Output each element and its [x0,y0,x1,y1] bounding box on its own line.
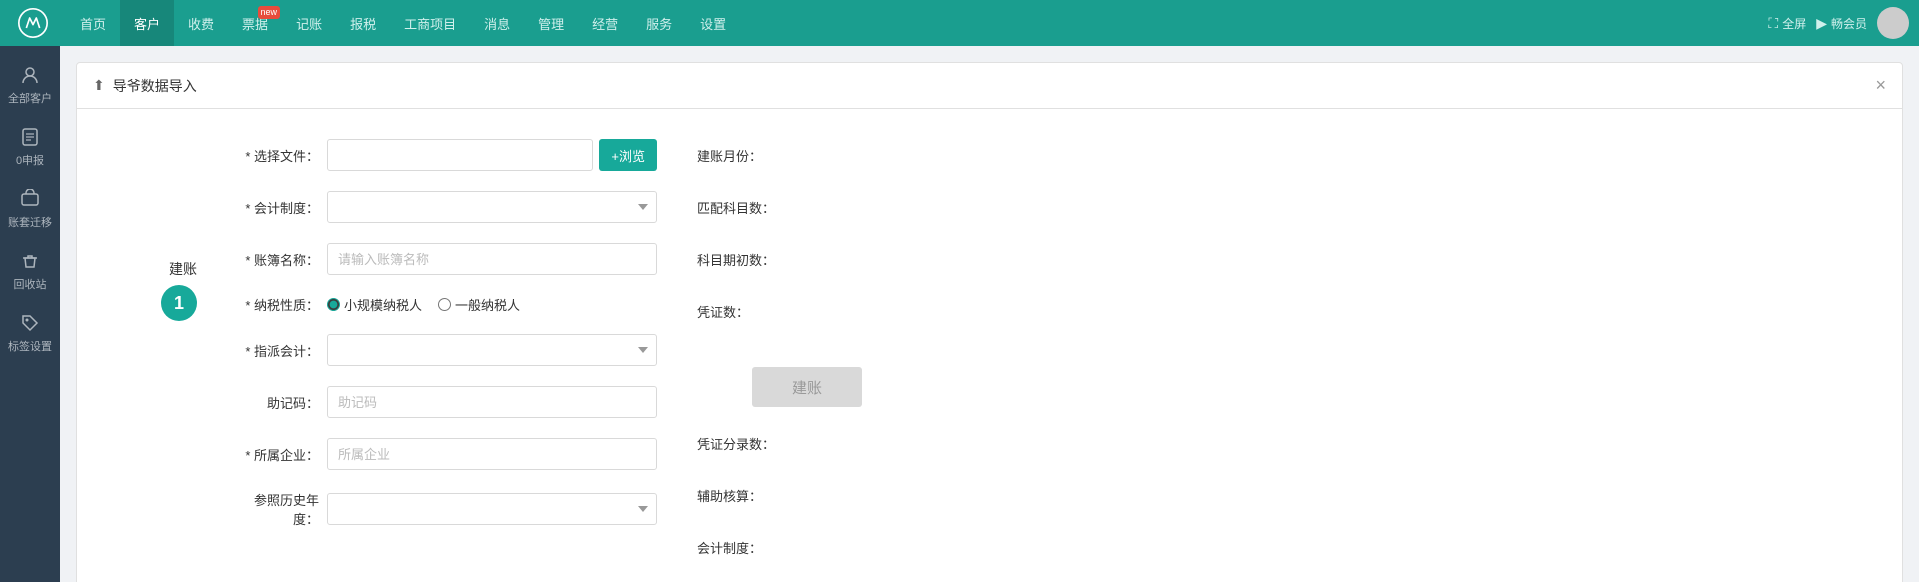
tax-type-row: * 纳税性质： 小规模纳税人 一般纳税人 [237,295,657,314]
info-voucher: 凭证数： [697,295,917,327]
tag-icon [19,312,41,334]
nav-item-service[interactable]: 服务 [632,0,686,46]
migrate-icon [19,188,41,210]
info-match-subject: 匹配科目数： [697,191,917,223]
radio-general-label: 一般纳税人 [455,295,520,314]
build-account-button[interactable]: 建账 [752,367,862,407]
radio-small-scale-label: 小规模纳税人 [344,295,422,314]
nav-item-message[interactable]: 消息 [470,0,524,46]
memo-code-input[interactable] [327,386,657,418]
build-month-label: 建账月份： [697,146,797,165]
tax-type-label: * 纳税性质： [237,295,327,314]
radio-general-input[interactable] [438,298,451,311]
file-label: * 选择文件： [237,146,327,165]
file-input-group: +浏览 [327,139,657,171]
info-aux-accounting: 辅助核算： [697,479,917,511]
declare-icon [19,126,41,148]
nav-item-business[interactable]: 工商项目 [390,0,470,46]
company-label: * 所属企业： [237,445,327,464]
logo [10,0,56,46]
sidebar-label-zero-declare: 0申报 [16,152,44,168]
sidebar-item-tags[interactable]: 标签设置 [2,304,58,362]
accountant-label: * 指派会计： [237,341,327,360]
memo-code-row: 助记码： [237,386,657,418]
nav-items: 首页 客户 收费 票据 new 记账 报税 工商项目 消息 管理 经营 服务 设… [66,0,1768,46]
form-section: * 选择文件： +浏览 * 会计制度： [237,139,657,582]
info-build-month: 建账月份： [697,139,917,171]
step-section: 建账 1 [117,139,197,582]
recycle-icon [19,250,41,272]
ref-year-select[interactable] [327,493,657,525]
nav-right: ⛶ 全屏 ▶ 畅会员 [1768,7,1909,39]
accounting-system-select[interactable] [327,191,657,223]
match-subject-label: 匹配科目数： [697,198,797,217]
company-row: * 所属企业： [237,438,657,470]
browse-button[interactable]: +浏览 [599,139,657,171]
sidebar-item-all-clients[interactable]: 全部客户 [2,56,58,114]
dialog-body: 建账 1 * 选择文件： +浏览 * 会计制度： [77,109,1902,582]
accountant-row: * 指派会计： [237,334,657,366]
accountant-select[interactable] [327,334,657,366]
memo-code-label: 助记码： [237,393,327,412]
voucher-entries-label: 凭证分录数： [697,434,797,453]
new-badge: new [258,6,281,19]
sidebar-label-all-clients: 全部客户 [8,90,52,106]
ledger-name-input[interactable] [327,243,657,275]
info-accounting-system-label: 会计制度： [697,538,797,557]
info-subject-initial: 科目期初数： [697,243,917,275]
close-button[interactable]: × [1875,75,1886,96]
file-row: * 选择文件： +浏览 [237,139,657,171]
nav-item-manage[interactable]: 管理 [524,0,578,46]
info-section: 建账月份： 匹配科目数： 科目期初数： 凭证数： [697,139,917,582]
accounting-system-row: * 会计制度： [237,191,657,223]
nav-item-operations[interactable]: 经营 [578,0,632,46]
sidebar-label-migrate: 账套迁移 [8,214,52,230]
dialog-header: ⬆ 导爷数据导入 × [77,63,1902,109]
sidebar-item-recycle[interactable]: 回收站 [2,242,58,300]
import-icon: ⬆ [93,77,105,94]
nav-item-billing[interactable]: 收费 [174,0,228,46]
top-nav: 首页 客户 收费 票据 new 记账 报税 工商项目 消息 管理 经营 服务 设… [0,0,1919,46]
subject-initial-label: 科目期初数： [697,250,797,269]
sidebar: 全部客户 0申报 账套迁移 [0,46,60,582]
member-button[interactable]: ▶ 畅会员 [1816,15,1867,32]
radio-small-scale-input[interactable] [327,298,340,311]
ref-year-label: 参照历史年度： [237,490,327,528]
aux-accounting-label: 辅助核算： [697,486,797,505]
company-input[interactable] [327,438,657,470]
dialog-card: ⬆ 导爷数据导入 × 建账 1 * 选择文件： [76,62,1903,582]
info-accounting-system: 会计制度： [697,531,917,563]
main-content: ⬆ 导爷数据导入 × 建账 1 * 选择文件： [60,46,1919,582]
person-icon [19,64,41,86]
sidebar-label-recycle: 回收站 [14,276,47,292]
accounting-system-label: * 会计制度： [237,198,327,217]
dialog-title: 导爷数据导入 [113,76,197,96]
file-input[interactable] [327,139,593,171]
ledger-name-row: * 账簿名称： [237,243,657,275]
step-circle: 1 [161,285,197,321]
nav-item-invoice[interactable]: 票据 new [228,0,282,46]
nav-item-settings[interactable]: 设置 [686,0,740,46]
nav-item-tax[interactable]: 报税 [336,0,390,46]
voucher-label: 凭证数： [697,302,797,321]
radio-group: 小规模纳税人 一般纳税人 [327,295,657,314]
ref-year-row: 参照历史年度： [237,490,657,528]
radio-small-scale[interactable]: 小规模纳税人 [327,295,422,314]
avatar[interactable] [1877,7,1909,39]
step-label: 建账 [169,259,197,279]
sidebar-item-zero-declare[interactable]: 0申报 [2,118,58,176]
build-btn-wrapper: 建账 [697,347,917,407]
nav-item-bookkeeping[interactable]: 记账 [282,0,336,46]
info-voucher-entries: 凭证分录数： [697,427,917,459]
nav-item-clients[interactable]: 客户 [120,0,174,46]
sidebar-label-tags: 标签设置 [8,338,52,354]
ledger-name-label: * 账簿名称： [237,250,327,269]
app-body: 全部客户 0申报 账套迁移 [0,46,1919,582]
nav-item-home[interactable]: 首页 [66,0,120,46]
fullscreen-button[interactable]: ⛶ 全屏 [1768,15,1806,32]
sidebar-item-migrate[interactable]: 账套迁移 [2,180,58,238]
radio-general[interactable]: 一般纳税人 [438,295,520,314]
